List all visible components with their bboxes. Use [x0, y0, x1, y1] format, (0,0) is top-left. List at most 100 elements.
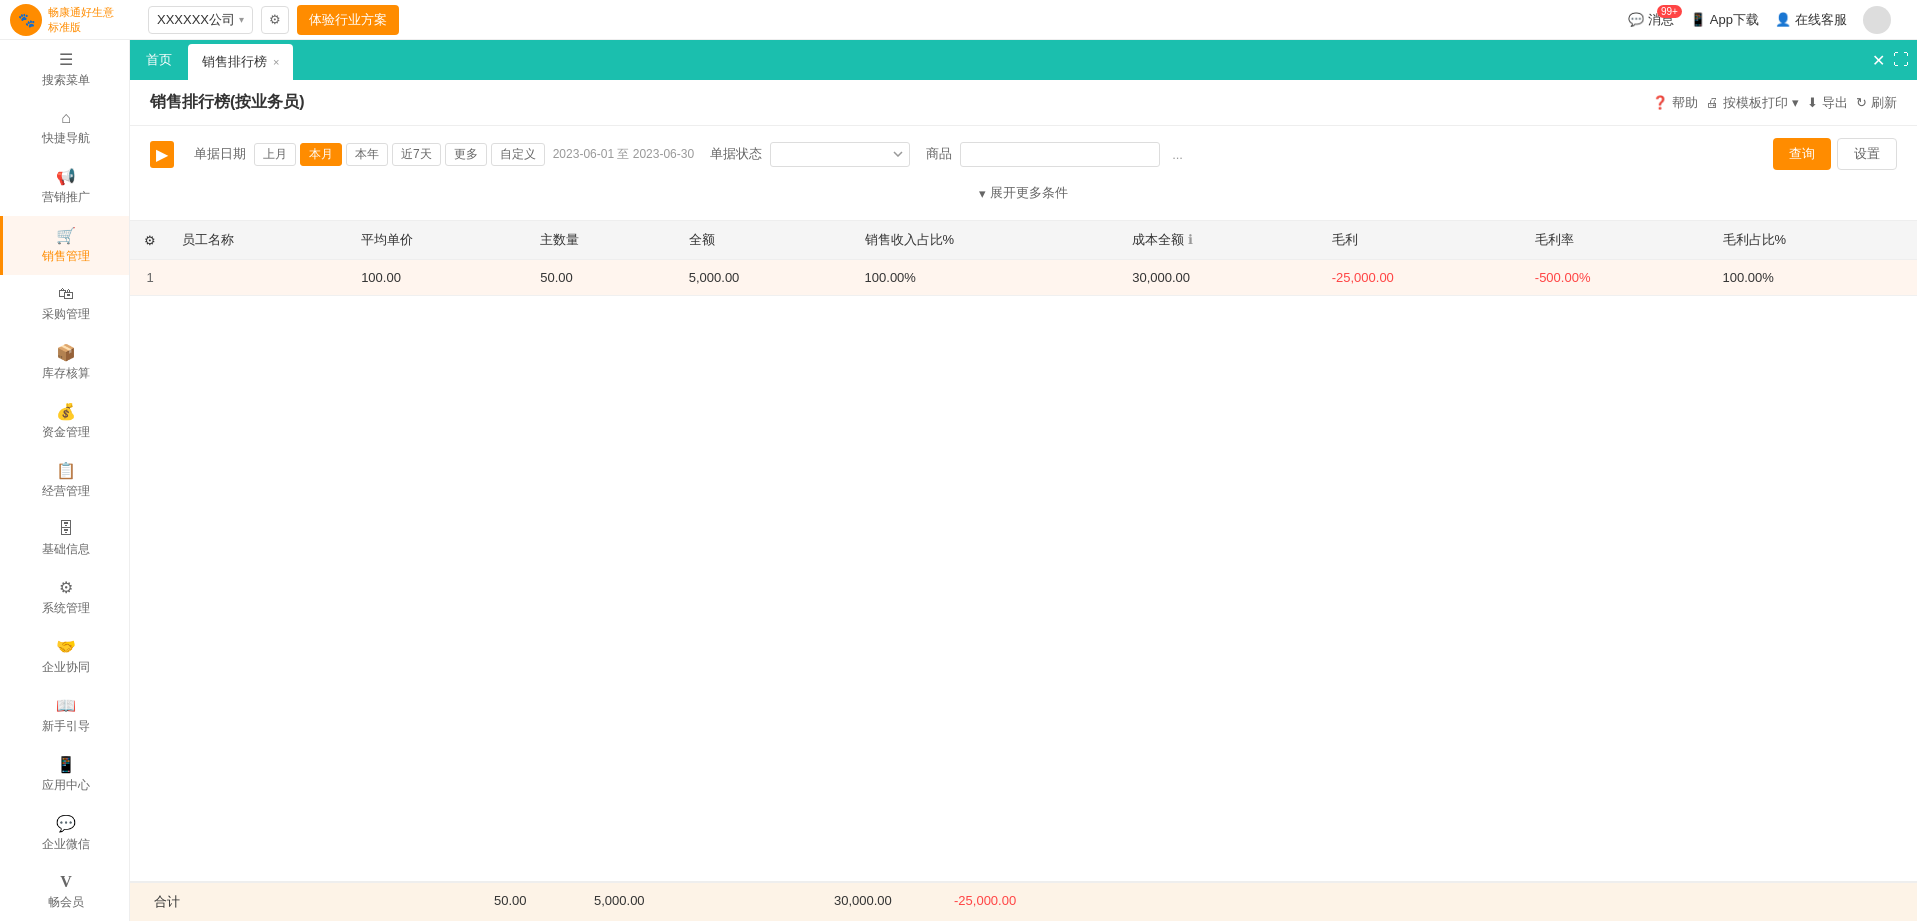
tab-bar-right: ✕ ⛶: [1872, 51, 1917, 70]
filter-date: 单据日期 上月 本月 本年 近7天 更多 自定义 2023-06-01 至 20…: [194, 143, 694, 166]
maximize-icon[interactable]: ⛶: [1893, 51, 1909, 69]
home-icon: ⌂: [61, 109, 71, 127]
mobile-icon: 📱: [56, 755, 76, 774]
sidebar-item-label: 经营管理: [42, 483, 90, 500]
sidebar-item-sales[interactable]: 🛒 销售管理: [0, 216, 129, 275]
col-amount: 全额: [677, 221, 853, 260]
footer-qty: [362, 893, 482, 911]
filter-status: 单据状态: [710, 142, 910, 167]
sidebar-item-label: 资金管理: [42, 424, 90, 441]
sidebar-item-apps[interactable]: 📱 应用中心: [0, 745, 129, 804]
trial-button[interactable]: 体验行业方案: [297, 5, 399, 35]
sidebar-item-label: 采购管理: [42, 306, 90, 323]
export-button[interactable]: ⬇ 导出: [1807, 94, 1848, 112]
settings-icon[interactable]: ⚙: [261, 6, 289, 34]
cell-employee-name: [170, 260, 349, 296]
sidebar-item-basic[interactable]: 🗄 基础信息: [0, 510, 129, 568]
money-icon: 💰: [56, 402, 76, 421]
expand-more-button[interactable]: ▾ 展开更多条件: [150, 178, 1897, 208]
avatar[interactable]: [1863, 6, 1891, 34]
filter-row-1: ▶ 单据日期 上月 本月 本年 近7天 更多 自定义: [150, 138, 1897, 170]
table-header-row: ⚙ 员工名称 平均单价 主数量 全额 销售收入占比% 成本全额 ℹ: [130, 221, 1917, 260]
vip-icon: V: [60, 873, 72, 891]
tab-home[interactable]: 首页: [130, 40, 188, 80]
date-btn-current-month[interactable]: 本月: [300, 143, 342, 166]
table-settings-icon[interactable]: ⚙: [144, 233, 156, 248]
col-gross-pct: 毛利占比%: [1711, 221, 1917, 260]
sidebar-item-nav[interactable]: ⌂ 快捷导航: [0, 99, 129, 157]
col-gross-rate: 毛利率: [1523, 221, 1711, 260]
footer-qty-val: 50.00: [482, 893, 582, 911]
sidebar: ☰ 搜索菜单 ⌂ 快捷导航 📢 营销推广 🛒 销售管理 🛍 采购管理 📦 库: [0, 40, 130, 921]
sidebar-item-label: 系统管理: [42, 600, 90, 617]
sidebar-item-vip[interactable]: V 畅会员: [0, 863, 129, 921]
message-button[interactable]: 💬 消息 99+: [1628, 11, 1674, 29]
tab-close-icon[interactable]: ×: [273, 56, 279, 68]
refresh-icon: ↻: [1856, 95, 1867, 110]
cell-gross-pct: 100.00%: [1711, 260, 1917, 296]
print-icon: 🖨: [1706, 95, 1719, 110]
tab-bar: 首页 销售排行榜 × ✕ ⛶: [130, 40, 1917, 80]
help-button[interactable]: ❓ 帮助: [1652, 94, 1698, 112]
filter-goods: 商品 ...: [926, 142, 1183, 167]
sidebar-item-label: 营销推广: [42, 189, 90, 206]
box-icon: 📦: [56, 343, 76, 362]
footer-label: 合计: [142, 893, 362, 911]
sidebar-item-operations[interactable]: 📋 经营管理: [0, 451, 129, 510]
print-button[interactable]: 🖨 按模板打印 ▾: [1706, 94, 1799, 112]
sidebar-item-label: 销售管理: [42, 248, 90, 265]
sidebar-item-label: 新手引导: [42, 718, 90, 735]
sales-ranking-table: ⚙ 员工名称 平均单价 主数量 全额 销售收入占比% 成本全额 ℹ: [130, 221, 1917, 296]
page-settings-button[interactable]: 设置: [1837, 138, 1897, 170]
cell-amount: 5,000.00: [677, 260, 853, 296]
sidebar-item-guide[interactable]: 📖 新手引导: [0, 686, 129, 745]
date-btn-7days[interactable]: 近7天: [392, 143, 441, 166]
cell-gross-rate: -500.00%: [1523, 260, 1711, 296]
cell-avg-price: 100.00: [349, 260, 528, 296]
sidebar-item-label: 快捷导航: [42, 130, 90, 147]
handshake-icon: 🤝: [56, 637, 76, 656]
query-button[interactable]: 查询: [1773, 138, 1831, 170]
sidebar-item-search[interactable]: ☰ 搜索菜单: [0, 40, 129, 99]
col-settings[interactable]: ⚙: [130, 221, 170, 260]
tab-sales-ranking[interactable]: 销售排行榜 ×: [188, 44, 293, 80]
expand-more-row: ▾ 展开更多条件: [150, 178, 1897, 208]
goods-input[interactable]: [960, 142, 1160, 167]
online-service-button[interactable]: 👤 在线客服: [1775, 11, 1847, 29]
sidebar-item-finance[interactable]: 💰 资金管理: [0, 392, 129, 451]
app-download-label: App下载: [1710, 11, 1759, 29]
date-btn-prev-month[interactable]: 上月: [254, 143, 296, 166]
logo-area: 🐾 畅康通好生意 标准版: [10, 4, 130, 36]
app-download-button[interactable]: 📱 App下载: [1690, 11, 1759, 29]
logo-icon: 🐾: [10, 4, 42, 36]
close-window-icon[interactable]: ✕: [1872, 51, 1885, 70]
chevron-down-icon: ▾: [979, 186, 986, 201]
filter-area: ▶ 单据日期 上月 本月 本年 近7天 更多 自定义: [130, 126, 1917, 221]
footer-sales-pct: [702, 893, 822, 911]
date-btn-year[interactable]: 本年: [346, 143, 388, 166]
date-btn-more[interactable]: 更多: [445, 143, 487, 166]
filter-date-label: 单据日期: [194, 145, 246, 163]
collapse-filter-button[interactable]: ▶: [150, 141, 174, 168]
goods-more-icon[interactable]: ...: [1172, 147, 1183, 162]
sidebar-item-system[interactable]: ⚙ 系统管理: [0, 568, 129, 627]
sidebar-item-purchase[interactable]: 🛍 采购管理: [0, 275, 129, 333]
table-footer: 合计 50.00 5,000.00 30,000.00 -25,000.00: [130, 881, 1917, 921]
sidebar-item-marketing[interactable]: 📢 营销推广: [0, 157, 129, 216]
cart-icon: 🛒: [56, 226, 76, 245]
message-icon: 💬: [1628, 12, 1644, 27]
sidebar-item-inventory[interactable]: 📦 库存核算: [0, 333, 129, 392]
page-title: 销售排行榜(按业务员): [150, 92, 305, 113]
sidebar-item-collab[interactable]: 🤝 企业协同: [0, 627, 129, 686]
refresh-button[interactable]: ↻ 刷新: [1856, 94, 1897, 112]
sidebar-item-wechat[interactable]: 💬 企业微信: [0, 804, 129, 863]
message-badge: 99+: [1657, 5, 1682, 18]
gear-icon: ⚙: [59, 578, 73, 597]
date-btn-custom[interactable]: 自定义: [491, 143, 545, 166]
status-select[interactable]: [770, 142, 910, 167]
cost-info-icon[interactable]: ℹ: [1188, 232, 1193, 247]
tab-label: 销售排行榜: [202, 53, 267, 71]
company-selector[interactable]: XXXXXX公司 ▾: [148, 6, 253, 34]
col-cost: 成本全额 ℹ: [1120, 221, 1319, 260]
filter-action-btns: 查询 设置: [1773, 138, 1897, 170]
